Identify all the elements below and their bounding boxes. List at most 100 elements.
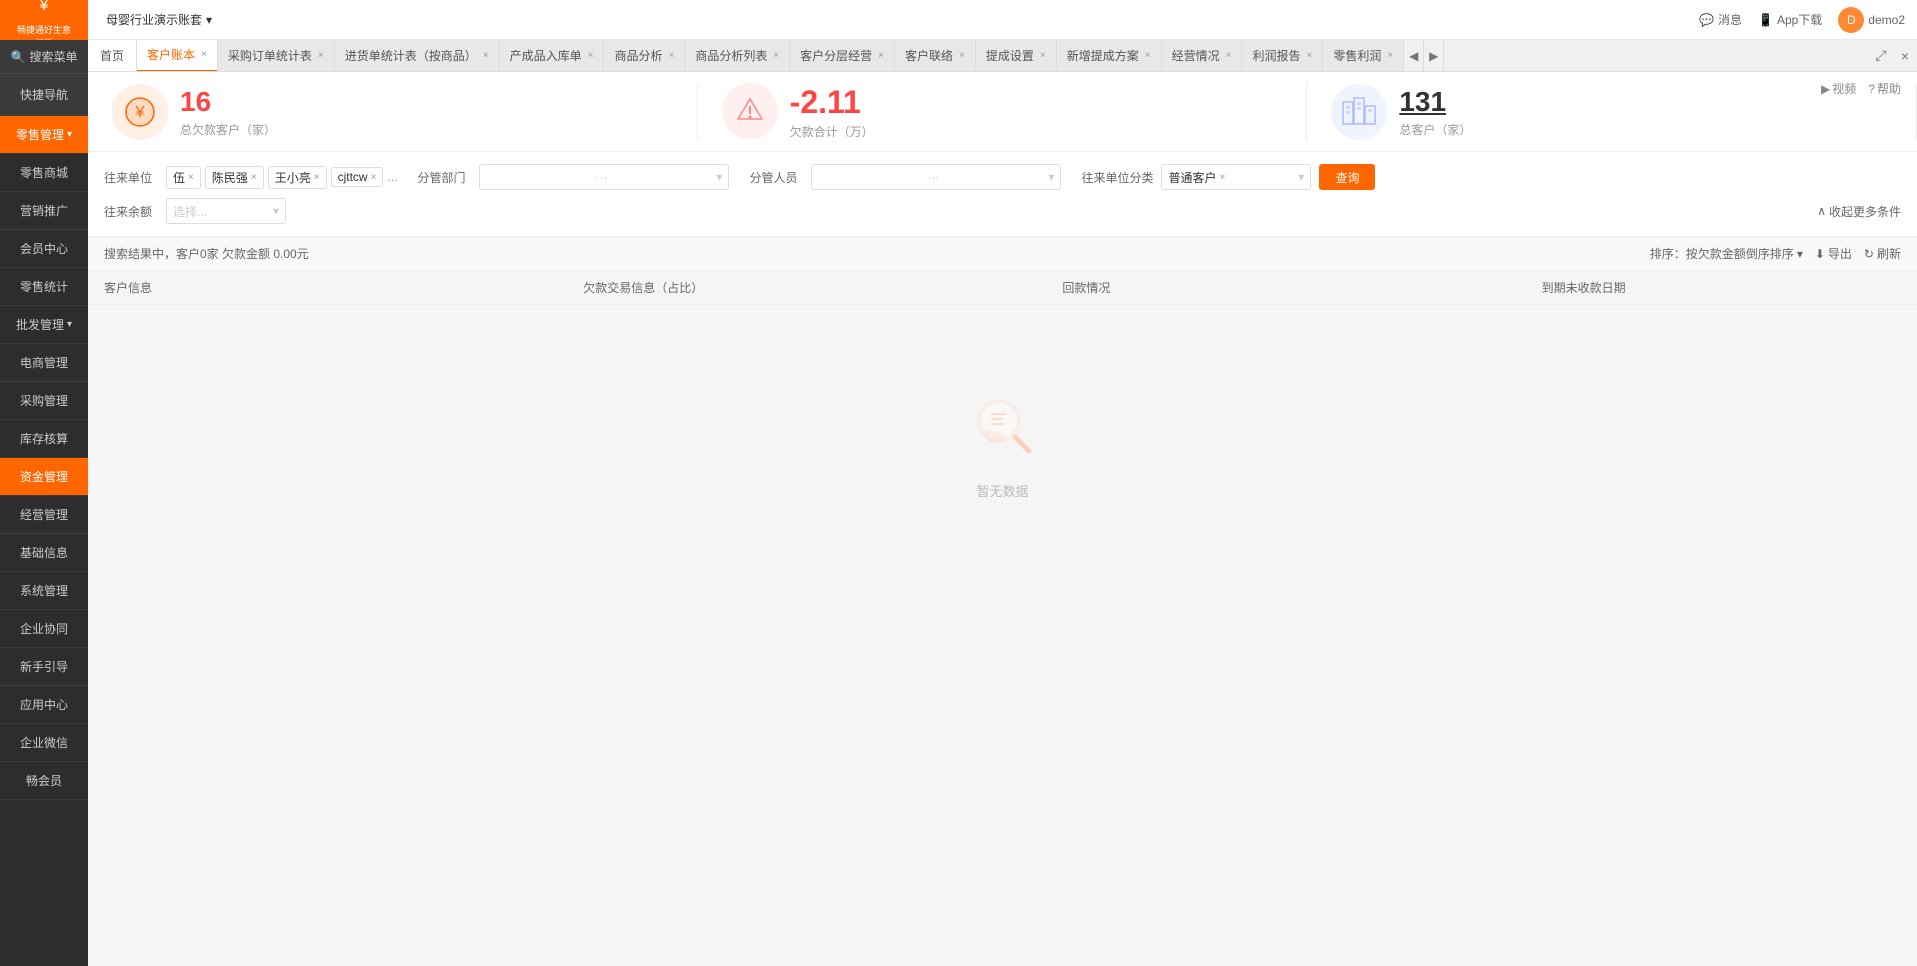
tab-close-operation[interactable]: ×	[1226, 50, 1232, 61]
top-bar-left: 母婴行业演示账套 ▾	[100, 9, 218, 30]
stat-debt-amount: -2.11 欠款合计（万）	[698, 83, 1308, 140]
filter-tag-chen-close[interactable]: ×	[251, 172, 257, 183]
avatar: D	[1838, 7, 1864, 33]
tab-actions: ⤢ ×	[1869, 40, 1917, 72]
stat-total-customers-label: 总客户（家）	[1399, 121, 1471, 138]
collapse-icon: ∧	[1817, 204, 1826, 218]
sidebar-item-quick-nav[interactable]: 快捷导航	[0, 80, 88, 109]
tab-nav-right[interactable]: ▶	[1424, 40, 1444, 72]
sidebar-item-inventory[interactable]: 库存核算	[0, 420, 88, 458]
tab-purchase-orders[interactable]: 采购订单统计表 ×	[218, 40, 335, 72]
tab-retail-profit[interactable]: 零售利润 ×	[1323, 40, 1404, 72]
sidebar-item-retail-stats[interactable]: 零售统计	[0, 268, 88, 306]
tab-product-analysis[interactable]: 商品分析 ×	[604, 40, 685, 72]
message-button[interactable]: 💬 消息	[1699, 11, 1742, 28]
filter-tags-more[interactable]: ...	[387, 170, 397, 184]
help-button[interactable]: ? 帮助	[1868, 80, 1901, 97]
filter-tag-wu[interactable]: 伍 ×	[166, 166, 201, 189]
filter-label-unit: 往来单位	[104, 169, 158, 186]
tab-home[interactable]: 首页	[88, 40, 137, 72]
chevron-down-icon: ▾	[67, 319, 72, 330]
filter-tag-cjttcw[interactable]: cjttcw ×	[331, 167, 384, 187]
tab-close-purchase-orders[interactable]: ×	[318, 50, 324, 61]
sidebar-item-base-info[interactable]: 基础信息	[0, 534, 88, 572]
stat-icon-debt-amount	[722, 83, 778, 139]
store-selector[interactable]: 母婴行业演示账套 ▾	[100, 9, 218, 30]
sidebar-item-wholesale[interactable]: 批发管理 ▾	[0, 306, 88, 344]
tab-commission-setting[interactable]: 提成设置 ×	[976, 40, 1057, 72]
sidebar-logo[interactable]: ¥ 畅捷通好生意 标版	[0, 0, 88, 40]
tab-customer-segment[interactable]: 客户分层经营 ×	[790, 40, 895, 72]
tab-close-commission-setting[interactable]: ×	[1040, 50, 1046, 61]
sidebar-item-new-guide[interactable]: 新手引导	[0, 648, 88, 686]
message-icon: 💬	[1699, 13, 1714, 27]
tab-product-inbound[interactable]: 产成品入库单 ×	[500, 40, 605, 72]
user-menu[interactable]: D demo2	[1838, 7, 1905, 33]
stat-total-debt-customers: ¥ 16 总欠款客户（家）	[88, 84, 698, 140]
sort-select[interactable]: 排序：按欠款金额倒序排序 ▾	[1650, 245, 1803, 262]
tab-maximize[interactable]: ⤢	[1869, 40, 1893, 72]
tab-close-new-commission[interactable]: ×	[1145, 50, 1151, 61]
tab-close-profit-report[interactable]: ×	[1306, 50, 1312, 61]
app-download-button[interactable]: 📱 App下载	[1758, 11, 1822, 28]
sidebar-item-app-center[interactable]: 应用中心	[0, 686, 88, 724]
export-button[interactable]: ⬇ 导出	[1815, 245, 1852, 262]
filter-select-person[interactable]: ··· ▾	[811, 164, 1061, 190]
filter-tag-wang-close[interactable]: ×	[314, 172, 320, 183]
filter-select-person-chevron: ▾	[1048, 170, 1054, 184]
video-help-button[interactable]: ▶ 视频	[1821, 80, 1856, 97]
tab-close-product-analysis-list[interactable]: ×	[773, 50, 779, 61]
tab-bar: 首页 客户账本 × 采购订单统计表 × 进货单统计表（按商品） × 产成品入库单…	[88, 40, 1917, 72]
tab-close-all[interactable]: ×	[1893, 40, 1917, 72]
sidebar-search[interactable]: 🔍 搜索菜单	[0, 40, 88, 74]
tab-new-commission[interactable]: 新增提成方案 ×	[1057, 40, 1162, 72]
top-bar-right: 💬 消息 📱 App下载 D demo2	[1699, 7, 1905, 33]
tab-operation[interactable]: 经营情况 ×	[1162, 40, 1243, 72]
sidebar-item-retail-mall[interactable]: 零售商城	[0, 154, 88, 192]
sidebar-item-vip[interactable]: 畅会员	[0, 762, 88, 800]
tab-close-accounts[interactable]: ×	[201, 49, 207, 60]
video-icon: ▶	[1821, 82, 1830, 96]
filter-input-balance[interactable]: 选择... ▾	[166, 198, 286, 224]
sidebar-item-marketing[interactable]: 营销推广	[0, 192, 88, 230]
sidebar-item-finance[interactable]: 资金管理	[0, 458, 88, 496]
sidebar-item-retail[interactable]: 零售管理 ▾	[0, 116, 88, 154]
sidebar-item-purchase[interactable]: 采购管理	[0, 382, 88, 420]
filter-tag-wang[interactable]: 王小亮 ×	[268, 166, 327, 189]
filter-tag-cjttcw-close[interactable]: ×	[371, 172, 377, 183]
tab-close-product-analysis[interactable]: ×	[668, 50, 674, 61]
tab-close-customer-segment[interactable]: ×	[878, 50, 884, 61]
sidebar-item-ecommerce[interactable]: 电商管理	[0, 344, 88, 382]
tab-nav-left[interactable]: ◀	[1404, 40, 1424, 72]
search-button[interactable]: 查询	[1319, 164, 1375, 190]
empty-icon	[963, 385, 1043, 465]
tab-customer-contact[interactable]: 客户联络 ×	[895, 40, 976, 72]
table-col-customer: 客户信息	[104, 279, 583, 296]
sidebar-item-system[interactable]: 系统管理	[0, 572, 88, 610]
sidebar-item-member[interactable]: 会员中心	[0, 230, 88, 268]
sidebar-item-operation-mgmt[interactable]: 经营管理	[0, 496, 88, 534]
tab-close-product-inbound[interactable]: ×	[588, 50, 594, 61]
filter-select-dept[interactable]: ··· ▾	[479, 164, 729, 190]
tab-close-customer-contact[interactable]: ×	[959, 50, 965, 61]
sort-chevron-icon: ▾	[1797, 247, 1803, 261]
filter-select-unit-category[interactable]: 普通客户 × ▾	[1161, 164, 1311, 190]
tab-close-retail-profit[interactable]: ×	[1387, 50, 1393, 61]
filter-tag-normal-customer[interactable]: 普通客户 ×	[1168, 169, 1225, 186]
tab-inventory-stats[interactable]: 进货单统计表（按商品） ×	[335, 40, 500, 72]
sidebar-item-enterprise[interactable]: 企业协同	[0, 610, 88, 648]
result-bar: 搜索结果中，客户0家 欠款金额 0.00元 排序：按欠款金额倒序排序 ▾ ⬇ 导…	[88, 237, 1917, 271]
filter-tag-normal-customer-close[interactable]: ×	[1219, 172, 1225, 183]
filter-select-person-more: ···	[927, 170, 939, 184]
collapse-filters-button[interactable]: ∧ 收起更多条件	[1817, 203, 1901, 220]
sidebar-item-wechat[interactable]: 企业微信	[0, 724, 88, 762]
stat-debt-amount-number: -2.11	[790, 83, 874, 121]
tab-product-analysis-list[interactable]: 商品分析列表 ×	[685, 40, 790, 72]
filter-tag-wu-close[interactable]: ×	[188, 172, 194, 183]
tab-profit-report[interactable]: 利润报告 ×	[1242, 40, 1323, 72]
filter-tag-chen[interactable]: 陈民强 ×	[205, 166, 264, 189]
logo-icon: ¥	[29, 0, 59, 21]
tab-close-inventory-stats[interactable]: ×	[483, 50, 489, 61]
tab-accounts[interactable]: 客户账本 ×	[137, 40, 218, 72]
refresh-button[interactable]: ↻ 刷新	[1864, 245, 1901, 262]
